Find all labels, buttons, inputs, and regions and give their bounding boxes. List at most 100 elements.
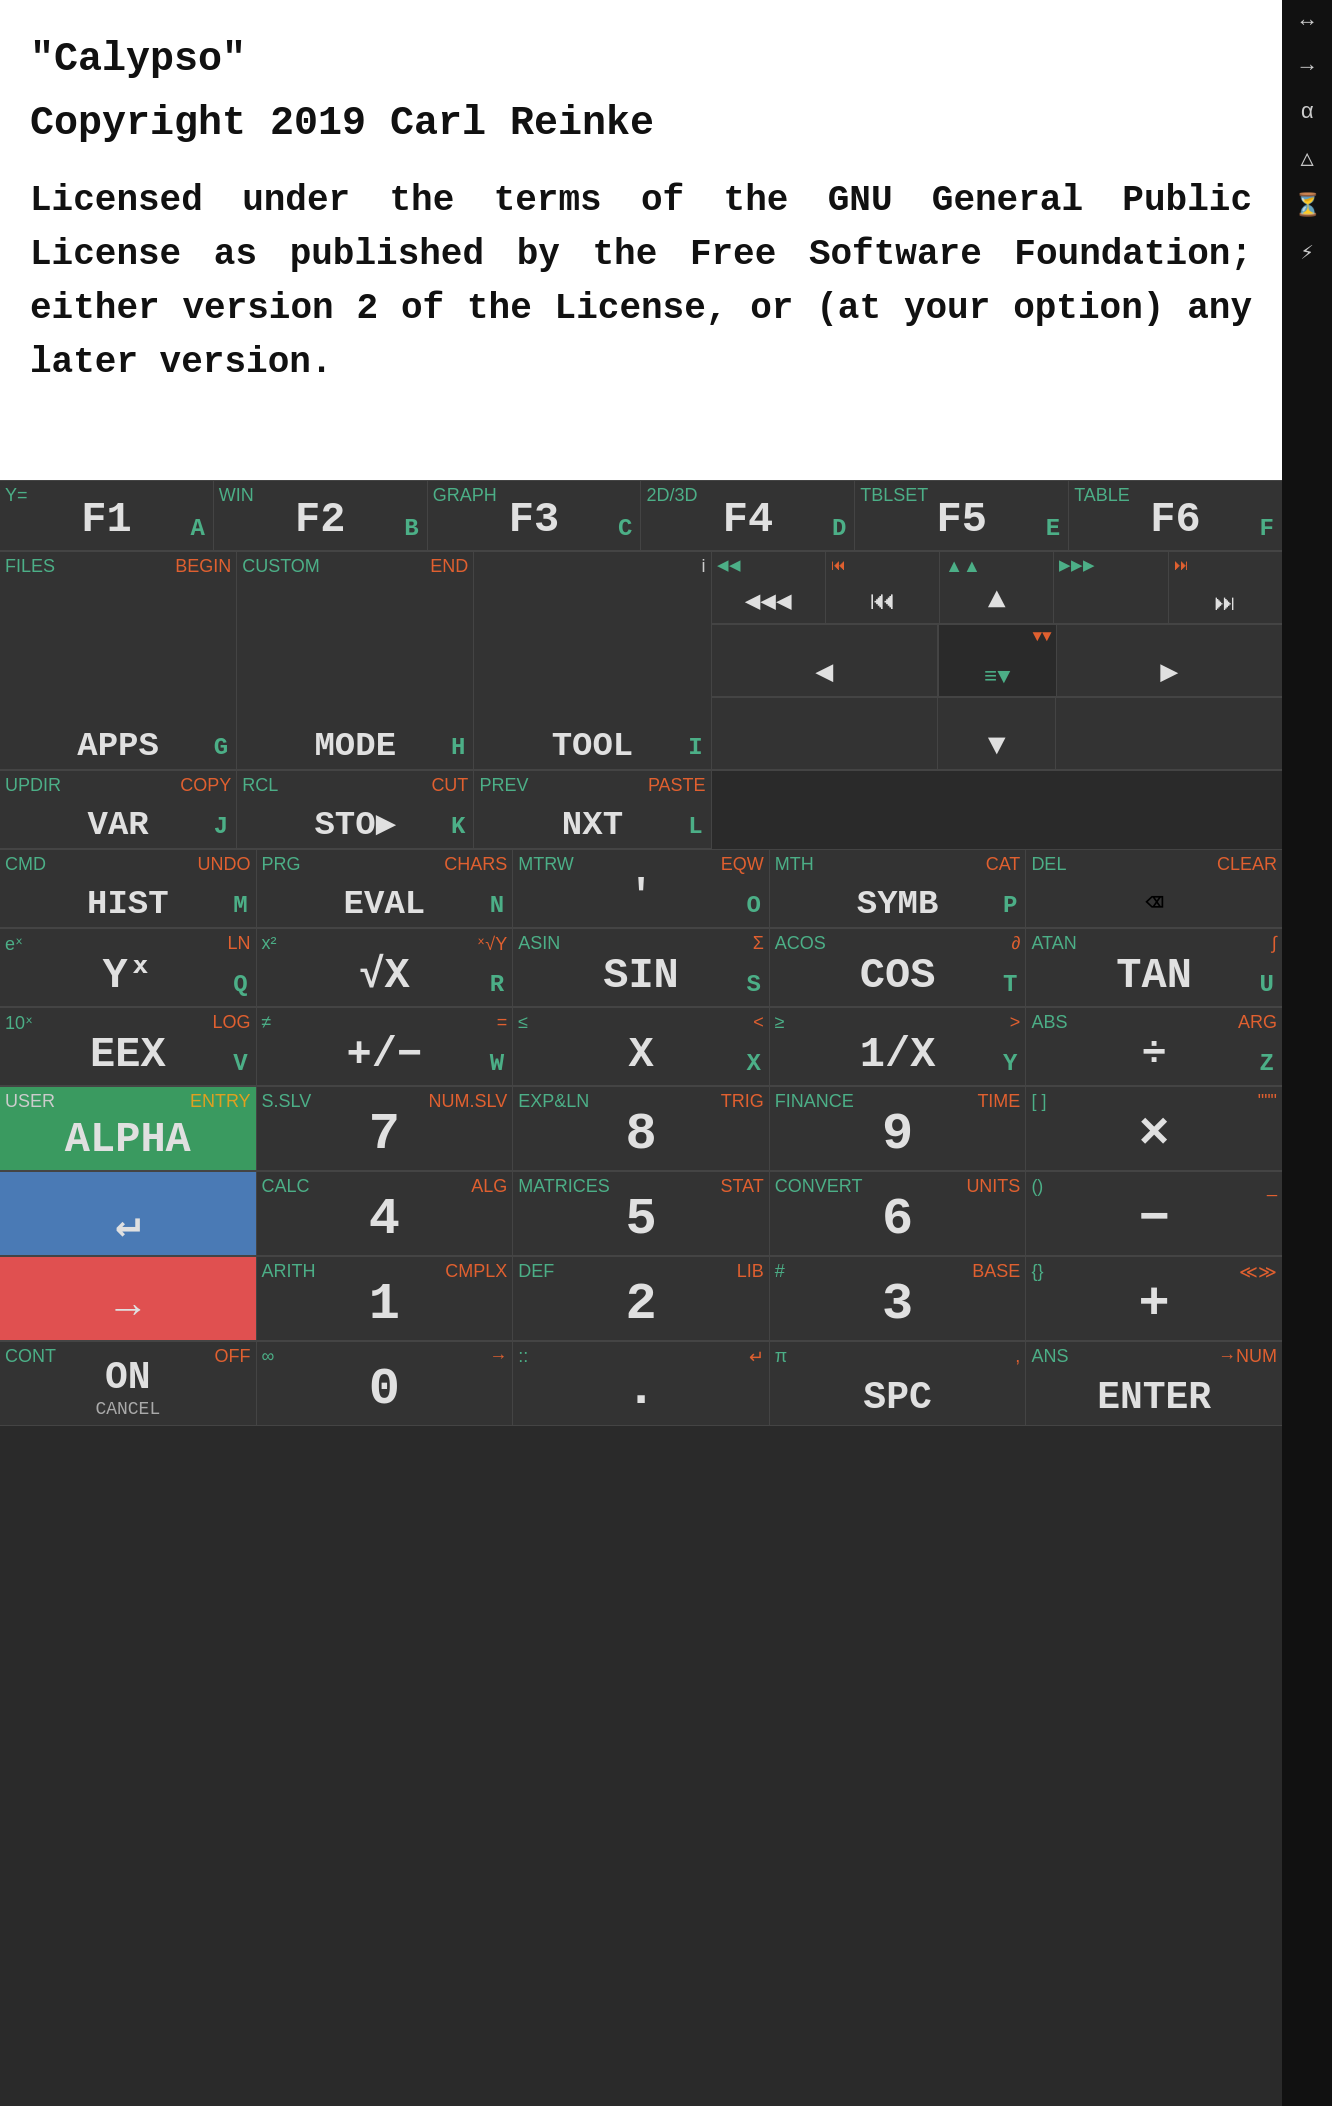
key-3[interactable]: # BASE 3 [770, 1257, 1027, 1341]
key-f4-top: 2D/3D [646, 485, 697, 506]
key-f1[interactable]: Y= F1 A [0, 481, 214, 551]
key-neg[interactable]: ≠ = +/− W [257, 1008, 514, 1086]
key-div[interactable]: ABS ARG ÷ Z [1026, 1008, 1282, 1086]
key-0[interactable]: ∞ → 0 [257, 1342, 514, 1426]
key-right[interactable] [1057, 625, 1282, 697]
key-9-top-r: TIME [977, 1091, 1020, 1112]
nav-row2: ≡▼ ▼▼ [712, 625, 1282, 698]
side-icon-1[interactable]: ↔ [1300, 10, 1313, 35]
key-9[interactable]: FINANCE TIME 9 [770, 1087, 1027, 1171]
key-spc-label: SPC [863, 1376, 931, 1419]
side-icon-bolt[interactable]: ⚡ [1300, 239, 1313, 266]
key-sto-label: STO▶ [314, 808, 396, 842]
key-8-label: 8 [625, 1105, 656, 1164]
key-yx[interactable]: eˣ LN Yˣ Q [0, 929, 257, 1007]
key-down[interactable] [938, 698, 1056, 770]
key-8[interactable]: EXP&LN TRIG 8 [513, 1087, 770, 1171]
key-cos[interactable]: ACOS ∂ COS T [770, 929, 1027, 1007]
key-spc[interactable]: π , SPC [770, 1342, 1027, 1426]
key-sin[interactable]: ASIN Σ SIN S [513, 929, 770, 1007]
key-shift[interactable]: → [0, 1257, 257, 1341]
key-eval[interactable]: PRG CHARS EVAL N [257, 850, 514, 928]
key-nxt[interactable]: PREV PASTE NXT L [474, 771, 711, 849]
key-nav-skip-left2[interactable]: ⏮ ⏮ [826, 552, 940, 624]
key-f5[interactable]: TBLSET F5 E [855, 481, 1069, 551]
key-inv[interactable]: ≥ > 1/X Y [770, 1008, 1027, 1086]
keyboard: Y= F1 A WIN F2 B GRAPH F3 C [0, 480, 1282, 2106]
key-nav-skip-right[interactable]: ▶▶▶ [1054, 552, 1168, 624]
side-icon-2[interactable]: → [1300, 55, 1313, 80]
key-left[interactable] [712, 625, 938, 697]
key-alpha[interactable]: USER ENTRY ALPHA [0, 1087, 257, 1171]
key-inv-top-r: > [1010, 1012, 1021, 1033]
key-mul[interactable]: [ ] """ × [1026, 1087, 1282, 1171]
key-f6-alpha: F [1260, 515, 1274, 542]
key-enter[interactable]: ANS →NUM ENTER [1026, 1342, 1282, 1426]
key-tick[interactable]: MTRW EQW ' O [513, 850, 770, 928]
key-nav-dn-marker[interactable]: ≡▼ ▼▼ [938, 625, 1057, 697]
key-7[interactable]: S.SLV NUM.SLV 7 [257, 1087, 514, 1171]
key-2[interactable]: DEF LIB 2 [513, 1257, 770, 1341]
key-sub-top-r: _ [1267, 1176, 1277, 1197]
key-sin-top-r: Σ [753, 933, 764, 954]
key-6[interactable]: CONVERT UNITS 6 [770, 1172, 1027, 1256]
key-f4[interactable]: 2D/3D F4 D [641, 481, 855, 551]
key-sto-top-r: CUT [431, 775, 468, 796]
key-apps[interactable]: FILES BEGIN APPS G [0, 552, 237, 770]
key-sqrt[interactable]: x² ˣ√Y √X R [257, 929, 514, 1007]
key-sub[interactable]: () _ − [1026, 1172, 1282, 1256]
key-tool-label: TOOL [552, 729, 634, 763]
key-sto-alpha: K [451, 813, 465, 840]
key-on[interactable]: CONT OFF ON CANCEL [0, 1342, 257, 1426]
key-mode[interactable]: CUSTOM END MODE H [237, 552, 474, 770]
key-tool[interactable]: i TOOL I [474, 552, 711, 770]
key-nav-skip-l2-icon: ⏮ [870, 585, 896, 617]
var-row: UPDIR COPY VAR J RCL CUT STO▶ K PREV PAS… [0, 770, 1282, 849]
key-up-top: ▲▲ [945, 556, 981, 577]
key-tan[interactable]: ATAN ∫ TAN U [1026, 929, 1282, 1007]
key-eex[interactable]: 10ˣ LOG EEX V [0, 1008, 257, 1086]
key-symb-label: SYMB [857, 887, 939, 921]
key-spc-top-r: , [1015, 1346, 1020, 1367]
key-left-icon [815, 653, 833, 690]
key-f2[interactable]: WIN F2 B [214, 481, 428, 551]
key-hist-alpha: M [233, 892, 247, 919]
key-x[interactable]: ≤ < X X [513, 1008, 770, 1086]
key-hist[interactable]: CMD UNDO HIST M [0, 850, 257, 928]
key-nav-end-right[interactable]: ⏭ ⏭ [1169, 552, 1282, 624]
key-1[interactable]: ARITH CMPLX 1 [257, 1257, 514, 1341]
key-sin-top-l: ASIN [518, 933, 560, 954]
key-1-label: 1 [369, 1275, 400, 1334]
key-6-top-l: CONVERT [775, 1176, 863, 1197]
key-f5-label: F5 [937, 496, 987, 544]
key-eval-label: EVAL [344, 887, 426, 921]
key-sto[interactable]: RCL CUT STO▶ K [237, 771, 474, 849]
side-icon-alpha[interactable]: α [1300, 100, 1313, 125]
key-sub-label: − [1139, 1190, 1170, 1249]
key-symb[interactable]: MTH CAT SYMB P [770, 850, 1027, 928]
key-5[interactable]: MATRICES STAT 5 [513, 1172, 770, 1256]
key-up[interactable]: ▲▲ [940, 552, 1054, 624]
key-nxt-top-r: PASTE [648, 775, 706, 796]
key-back[interactable]: ↵ [0, 1172, 257, 1256]
display-title2: Copyright 2019 Carl Reinke [30, 94, 1252, 154]
side-icon-hourglass[interactable]: ⏳ [1294, 192, 1321, 219]
key-add[interactable]: {} ≪≫ + [1026, 1257, 1282, 1341]
key-dot[interactable]: :: ↵ . [513, 1342, 770, 1426]
key-f6[interactable]: TABLE F6 F [1069, 481, 1282, 551]
key-4[interactable]: CALC ALG 4 [257, 1172, 514, 1256]
key-var[interactable]: UPDIR COPY VAR J [0, 771, 237, 849]
key-on-sub: CANCEL [95, 1399, 160, 1419]
key-eex-top-r: LOG [213, 1012, 251, 1033]
nav-row1: ◀◀ ◀◀◀ ⏮ ⏮ ▲▲ ▶▶▶ ⏭ [712, 552, 1282, 625]
key-f5-alpha: E [1046, 515, 1060, 542]
key-nav-skip-left[interactable]: ◀◀ ◀◀◀ [712, 552, 826, 624]
key-3-label: 3 [882, 1275, 913, 1334]
key-mode-label: MODE [314, 729, 396, 763]
key-mul-top-r: """ [1258, 1091, 1277, 1112]
key-eval-alpha: N [490, 892, 504, 919]
eex-row: 10ˣ LOG EEX V ≠ = +/− W ≤ < X [0, 1007, 1282, 1086]
key-del[interactable]: DEL CLEAR ⌫ [1026, 850, 1282, 928]
key-f3[interactable]: GRAPH F3 C [428, 481, 642, 551]
side-icon-triangle[interactable]: △ [1300, 145, 1313, 172]
